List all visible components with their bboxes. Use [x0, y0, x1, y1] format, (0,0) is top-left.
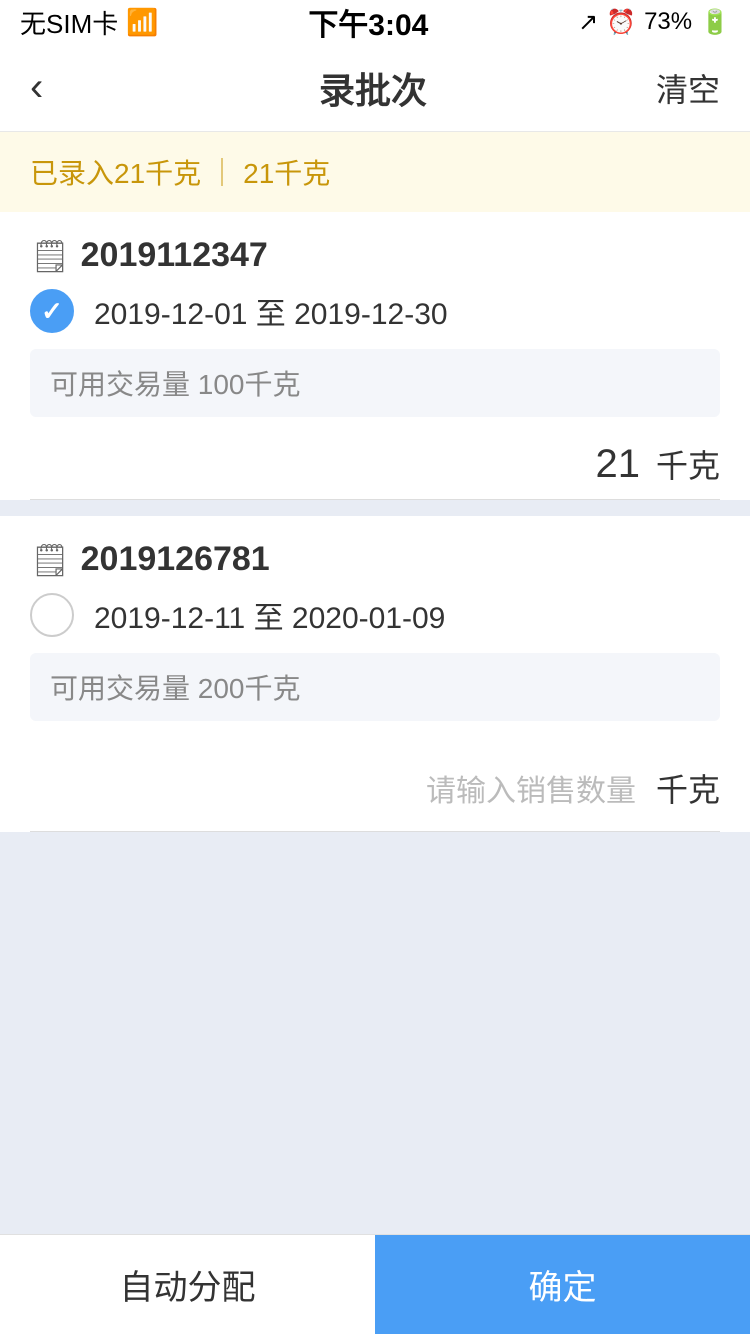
battery-icon: 🔋	[700, 8, 730, 37]
page-title: 录批次	[319, 62, 427, 114]
underline-1	[30, 487, 720, 500]
input-row-2: 请输入销售数量 千克	[30, 745, 720, 832]
input-placeholder-2: 请输入销售数量	[30, 766, 636, 810]
status-right: ↗ ⏰ 73% 🔋	[578, 8, 730, 37]
batch-item-2: 🗒 2019126781 2019-12-11 至 2020-01-09 可用交…	[0, 516, 750, 832]
info-bar: 已录入21千克 21千克	[0, 132, 750, 212]
status-time: 下午3:04	[308, 0, 428, 44]
status-left: 无SIM卡 📶	[20, 4, 159, 41]
batch-checkbox-1[interactable]	[30, 289, 74, 333]
input-unit-2: 千克	[656, 765, 720, 811]
batch-doc-icon-1: 🗒	[30, 237, 71, 275]
battery-text: 73%	[644, 8, 692, 36]
alarm-icon: ⏰	[606, 8, 636, 37]
avail-row-2: 可用交易量 200千克	[30, 653, 720, 721]
batch-id-row-1: 🗒 2019112347	[30, 236, 720, 275]
amount-value-1: 21	[595, 442, 640, 487]
clear-button[interactable]: 清空	[656, 65, 720, 111]
batch-id-row-2: 🗒 2019126781	[30, 540, 720, 579]
recorded-amount: 已录入21千克	[30, 152, 201, 192]
total-amount: 21千克	[243, 152, 330, 192]
footer: 自动分配 确定	[0, 1234, 750, 1334]
location-icon: ↗	[578, 8, 598, 37]
batch-date-row-2: 2019-12-11 至 2020-01-09	[30, 593, 720, 637]
input-area-2: 请输入销售数量 千克	[0, 745, 750, 832]
batch-doc-icon-2: 🗒	[30, 541, 71, 579]
avail-text-2: 可用交易量 200千克	[50, 673, 301, 704]
status-bar: 无SIM卡 📶 下午3:04 ↗ ⏰ 73% 🔋	[0, 0, 750, 44]
amount-unit-1: 千克	[656, 441, 720, 487]
amount-row-1: 21 千克	[0, 441, 750, 487]
nav-bar: ‹ 录批次 清空	[0, 44, 750, 132]
wifi-icon: 📶	[126, 7, 158, 38]
batch-id-2: 2019126781	[81, 540, 270, 579]
avail-row-1: 可用交易量 100千克	[30, 349, 720, 417]
avail-text-1: 可用交易量 100千克	[50, 369, 301, 400]
batch-id-1: 2019112347	[81, 236, 268, 275]
batch-item-1: 🗒 2019112347 2019-12-01 至 2019-12-30 可用交…	[0, 212, 750, 500]
auto-distribute-button[interactable]: 自动分配	[0, 1235, 375, 1334]
section-separator-1	[0, 500, 750, 516]
info-divider	[221, 158, 223, 186]
batch-checkbox-2[interactable]	[30, 593, 74, 637]
back-button[interactable]: ‹	[30, 65, 90, 110]
batch-date-2: 2019-12-11 至 2020-01-09	[94, 593, 445, 637]
batch-date-1: 2019-12-01 至 2019-12-30	[94, 289, 448, 333]
confirm-button[interactable]: 确定	[375, 1235, 750, 1334]
batch-date-row-1: 2019-12-01 至 2019-12-30	[30, 289, 720, 333]
carrier-text: 无SIM卡	[20, 4, 118, 41]
section-separator-2	[0, 832, 750, 1292]
